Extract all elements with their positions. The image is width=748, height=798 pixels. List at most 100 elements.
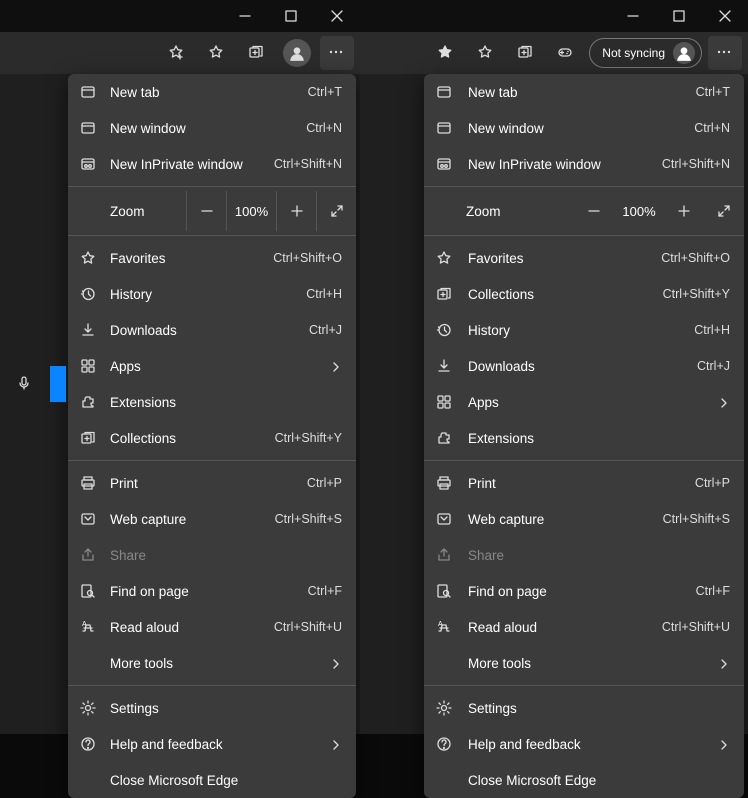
menu-share: Share: [68, 537, 356, 573]
separator: [424, 460, 744, 461]
close-window-button[interactable]: [314, 0, 360, 32]
zoom-label: Zoom: [424, 204, 574, 219]
minimize-button[interactable]: [610, 0, 656, 32]
chevron-right-icon: [328, 656, 342, 670]
zoom-out-button[interactable]: [574, 191, 614, 231]
star-icon: [434, 248, 454, 268]
mic-indicator: [0, 366, 66, 402]
new-tab-icon: [434, 82, 454, 102]
menu-extensions[interactable]: Extensions: [68, 384, 356, 420]
menu-more-tools[interactable]: More tools: [424, 645, 744, 681]
menu-settings[interactable]: Settings: [424, 690, 744, 726]
chevron-right-icon: [716, 737, 730, 751]
settings-menu: New tab Ctrl+T New window Ctrl+N New InP…: [424, 74, 744, 798]
print-icon: [78, 473, 98, 493]
menu-downloads[interactable]: Downloads Ctrl+J: [424, 348, 744, 384]
profile-button[interactable]: [280, 36, 314, 70]
menu-apps[interactable]: Apps: [68, 348, 356, 384]
minimize-button[interactable]: [222, 0, 268, 32]
toolbar: Not syncing: [360, 32, 748, 74]
settings-menu: New tab Ctrl+T New window Ctrl+N New InP…: [68, 74, 356, 798]
share-icon: [434, 545, 454, 565]
menu-zoom: Zoom 100%: [424, 191, 744, 231]
menu-new-window[interactable]: New window Ctrl+N: [424, 110, 744, 146]
zoom-label: Zoom: [68, 204, 186, 219]
menu-help[interactable]: Help and feedback: [68, 726, 356, 762]
menu-close-edge[interactable]: Close Microsoft Edge: [424, 762, 744, 798]
menu-read-aloud[interactable]: Read aloud Ctrl+Shift+U: [424, 609, 744, 645]
find-icon: [78, 581, 98, 601]
sync-label: Not syncing: [602, 46, 665, 60]
menu-help[interactable]: Help and feedback: [424, 726, 744, 762]
menu-close-edge[interactable]: Close Microsoft Edge: [68, 762, 356, 798]
favorites-bar-icon[interactable]: [469, 36, 503, 70]
menu-read-aloud[interactable]: Read aloud Ctrl+Shift+U: [68, 609, 356, 645]
separator: [68, 186, 356, 187]
maximize-button[interactable]: [656, 0, 702, 32]
zoom-in-button[interactable]: [664, 191, 704, 231]
more-menu-button[interactable]: [320, 36, 354, 70]
menu-web-capture[interactable]: Web capture Ctrl+Shift+S: [68, 501, 356, 537]
favorite-filled-icon[interactable]: [429, 36, 463, 70]
gear-icon: [78, 698, 98, 718]
menu-find[interactable]: Find on page Ctrl+F: [424, 573, 744, 609]
menu-settings[interactable]: Settings: [68, 690, 356, 726]
zoom-out-button[interactable]: [186, 191, 226, 231]
fullscreen-button[interactable]: [316, 191, 356, 231]
menu-history[interactable]: History Ctrl+H: [68, 276, 356, 312]
menu-print[interactable]: Print Ctrl+P: [424, 465, 744, 501]
separator: [424, 235, 744, 236]
menu-web-capture[interactable]: Web capture Ctrl+Shift+S: [424, 501, 744, 537]
inprivate-icon: [78, 154, 98, 174]
titlebar: [360, 0, 748, 32]
chevron-right-icon: [328, 359, 342, 373]
zoom-value: 100%: [226, 191, 276, 231]
apps-icon: [434, 392, 454, 412]
collections-icon: [78, 428, 98, 448]
favorites-bar-icon[interactable]: [200, 36, 234, 70]
separator: [424, 685, 744, 686]
menu-new-tab[interactable]: New tab Ctrl+T: [424, 74, 744, 110]
avatar-icon: [673, 42, 695, 64]
add-favorite-icon[interactable]: [160, 36, 194, 70]
menu-new-inprivate[interactable]: New InPrivate window Ctrl+Shift+N: [424, 146, 744, 182]
menu-favorites[interactable]: Favorites Ctrl+Shift+O: [424, 240, 744, 276]
zoom-in-button[interactable]: [276, 191, 316, 231]
print-icon: [434, 473, 454, 493]
menu-downloads[interactable]: Downloads Ctrl+J: [68, 312, 356, 348]
new-window-icon: [78, 118, 98, 138]
menu-new-tab[interactable]: New tab Ctrl+T: [68, 74, 356, 110]
more-menu-button[interactable]: [708, 36, 742, 70]
toolbar: [0, 32, 360, 74]
menu-favorites[interactable]: Favorites Ctrl+Shift+O: [68, 240, 356, 276]
separator: [68, 460, 356, 461]
menu-share: Share: [424, 537, 744, 573]
menu-new-window[interactable]: New window Ctrl+N: [68, 110, 356, 146]
download-icon: [78, 320, 98, 340]
history-icon: [78, 284, 98, 304]
menu-collections[interactable]: Collections Ctrl+Shift+Y: [424, 276, 744, 312]
new-window-icon: [434, 118, 454, 138]
maximize-button[interactable]: [268, 0, 314, 32]
extensions-icon: [78, 392, 98, 412]
history-icon: [434, 320, 454, 340]
menu-collections[interactable]: Collections Ctrl+Shift+Y: [68, 420, 356, 456]
browser-window-left: New tab Ctrl+T New window Ctrl+N New InP…: [0, 0, 360, 734]
collections-icon[interactable]: [509, 36, 543, 70]
apps-icon: [78, 356, 98, 376]
menu-new-inprivate[interactable]: New InPrivate window Ctrl+Shift+N: [68, 146, 356, 182]
close-window-button[interactable]: [702, 0, 748, 32]
gaming-icon[interactable]: [549, 36, 583, 70]
menu-apps[interactable]: Apps: [424, 384, 744, 420]
menu-more-tools[interactable]: More tools: [68, 645, 356, 681]
fullscreen-button[interactable]: [704, 191, 744, 231]
menu-print[interactable]: Print Ctrl+P: [68, 465, 356, 501]
collections-icon[interactable]: [240, 36, 274, 70]
mic-icon[interactable]: [0, 366, 50, 402]
menu-find[interactable]: Find on page Ctrl+F: [68, 573, 356, 609]
browser-window-right: Not syncing New tab Ctrl+T New window Ct…: [360, 0, 748, 734]
help-icon: [434, 734, 454, 754]
profile-sync-button[interactable]: Not syncing: [589, 38, 702, 68]
menu-extensions[interactable]: Extensions: [424, 420, 744, 456]
menu-history[interactable]: History Ctrl+H: [424, 312, 744, 348]
